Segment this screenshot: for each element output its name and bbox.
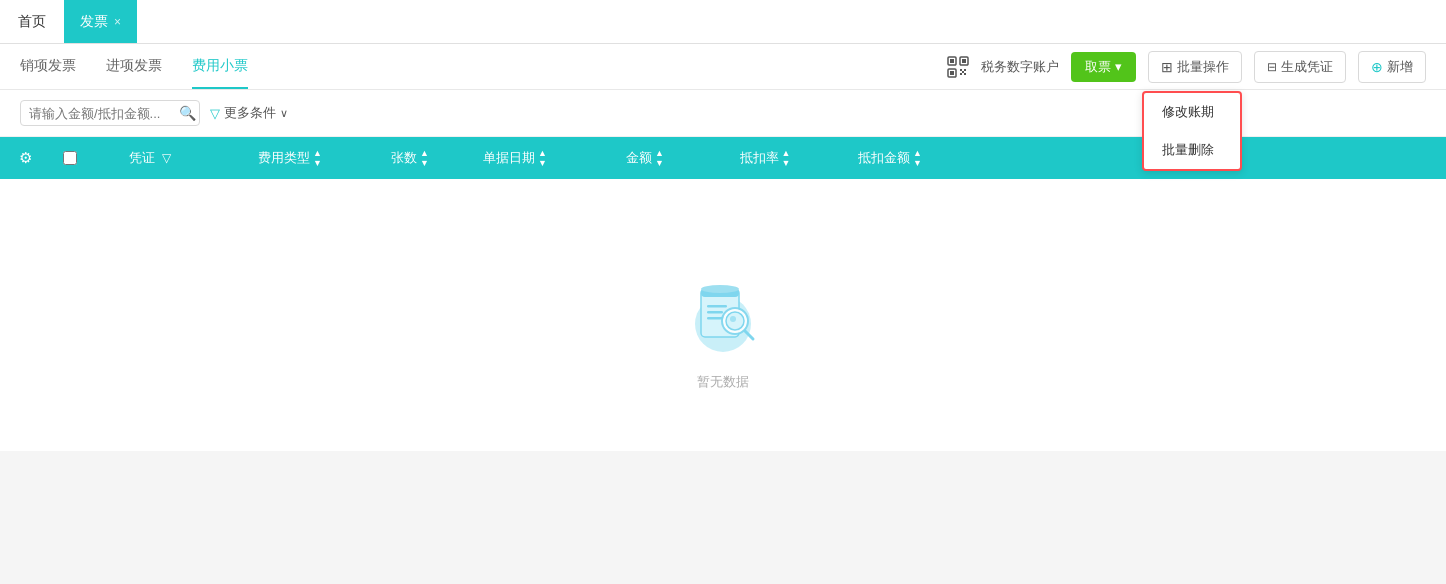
- count-sort[interactable]: ▲▼: [420, 149, 429, 168]
- add-icon: ⊕: [1371, 59, 1383, 75]
- empty-state: 暂无数据: [0, 179, 1446, 451]
- th-amount: 金额 ▲▼: [580, 149, 710, 168]
- tab-input-invoice[interactable]: 进项发票: [106, 44, 162, 89]
- th-settings[interactable]: ⚙: [0, 149, 50, 167]
- sub-tabs-left: 销项发票 进项发票 费用小票: [20, 44, 248, 89]
- th-deduct-amount: 抵扣金额 ▲▼: [820, 149, 960, 168]
- date-sort[interactable]: ▲▼: [538, 149, 547, 168]
- search-input-wrap[interactable]: 🔍: [20, 100, 200, 126]
- dropdown-item-modify-period[interactable]: 修改账期: [1144, 93, 1240, 131]
- take-invoice-label: 取票: [1085, 58, 1111, 76]
- th-expense-type: 费用类型 ▲▼: [210, 149, 370, 168]
- deduct-amount-sort[interactable]: ▲▼: [913, 149, 922, 168]
- gen-voucher-button[interactable]: ⊟ 生成凭证: [1254, 51, 1346, 83]
- empty-state-text: 暂无数据: [697, 373, 749, 391]
- th-count: 张数 ▲▼: [370, 149, 450, 168]
- qr-icon-button[interactable]: [947, 56, 969, 78]
- svg-rect-5: [950, 71, 954, 75]
- batch-op-label: 批量操作: [1177, 58, 1229, 76]
- more-filter-button[interactable]: ▽ 更多条件 ∨: [210, 104, 288, 122]
- batch-op-dropdown: 修改账期 批量删除: [1142, 91, 1242, 171]
- add-label: 新增: [1387, 58, 1413, 76]
- search-icon: 🔍: [179, 105, 196, 121]
- dropdown-item-batch-delete[interactable]: 批量删除: [1144, 131, 1240, 169]
- empty-state-icon: [673, 259, 773, 359]
- sub-tabs-bar: 销项发票 进项发票 费用小票 税务数字账: [0, 44, 1446, 90]
- svg-rect-6: [960, 69, 962, 71]
- qr-icon: [947, 56, 969, 78]
- svg-rect-9: [964, 73, 966, 75]
- sub-tabs-right: 税务数字账户 取票 ▾ ⊞ 批量操作 修改账期 批量删除 ⊟ 生成凭证 ⊕: [947, 51, 1426, 83]
- batch-op-button[interactable]: ⊞ 批量操作: [1148, 51, 1242, 83]
- voucher-filter-icon[interactable]: ▽: [162, 151, 171, 165]
- svg-rect-15: [707, 311, 723, 314]
- tab-sales-invoice[interactable]: 销项发票: [20, 44, 76, 89]
- main-content: 暂无数据: [0, 179, 1446, 451]
- svg-rect-1: [950, 59, 954, 63]
- nav-tab-invoice[interactable]: 发票 ×: [64, 0, 137, 43]
- amount-sort[interactable]: ▲▼: [655, 149, 664, 168]
- take-invoice-arrow: ▾: [1115, 59, 1122, 74]
- more-filter-label: 更多条件: [224, 104, 276, 122]
- take-invoice-button[interactable]: 取票 ▾: [1071, 52, 1136, 82]
- expense-type-sort[interactable]: ▲▼: [313, 149, 322, 168]
- batch-op-container: ⊞ 批量操作 修改账期 批量删除: [1148, 51, 1242, 83]
- add-button[interactable]: ⊕ 新增: [1358, 51, 1426, 83]
- th-checkbox[interactable]: [50, 151, 90, 165]
- more-filter-arrow: ∨: [280, 107, 288, 120]
- svg-point-21: [701, 285, 739, 293]
- svg-rect-7: [964, 69, 966, 71]
- batch-op-icon: ⊞: [1161, 59, 1173, 75]
- svg-rect-3: [962, 59, 966, 63]
- th-voucher: 凭证 ▽: [90, 149, 210, 167]
- filter-icon: ▽: [210, 106, 220, 121]
- nav-home[interactable]: 首页: [0, 0, 64, 43]
- nav-tab-label: 发票: [80, 13, 108, 31]
- top-nav: 首页 发票 ×: [0, 0, 1446, 44]
- svg-rect-10: [962, 71, 964, 73]
- svg-point-20: [730, 316, 736, 322]
- nav-tab-close[interactable]: ×: [114, 15, 121, 29]
- th-deduct-rate: 抵扣率 ▲▼: [710, 149, 820, 168]
- settings-icon: ⚙: [19, 149, 32, 167]
- tab-expense-receipt[interactable]: 费用小票: [192, 44, 248, 89]
- th-date: 单据日期 ▲▼: [450, 149, 580, 168]
- svg-rect-8: [960, 73, 962, 75]
- gen-voucher-label: 生成凭证: [1281, 58, 1333, 76]
- search-input[interactable]: [29, 106, 179, 121]
- svg-rect-14: [707, 305, 727, 308]
- select-all-checkbox[interactable]: [63, 151, 77, 165]
- deduct-rate-sort[interactable]: ▲▼: [782, 149, 791, 168]
- tax-account-button[interactable]: 税务数字账户: [981, 58, 1059, 76]
- gen-voucher-icon: ⊟: [1267, 60, 1277, 74]
